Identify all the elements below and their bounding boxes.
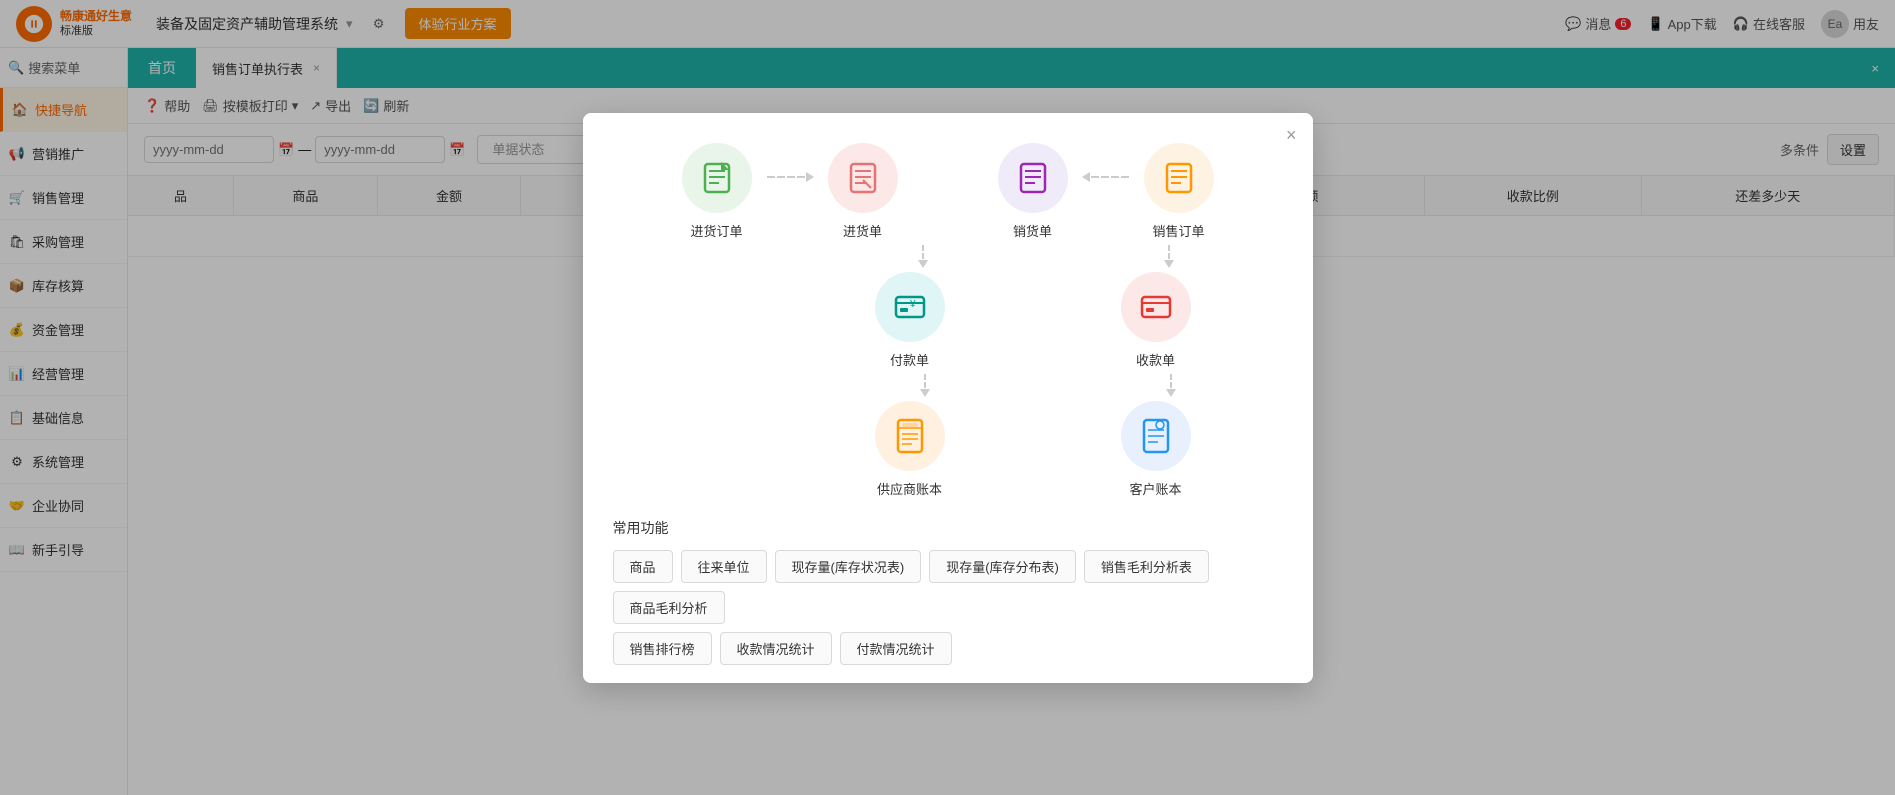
cf-btn-stock-status[interactable]: 现存量(库存状况表) <box>775 550 922 583</box>
supplier-ledger-label: 供应商账本 <box>877 479 942 498</box>
flow-row-3: ¥ 付款单 收款单 <box>695 272 1201 369</box>
sales-bill-label: 销货单 <box>1013 221 1052 240</box>
supplier-ledger-circle <box>875 401 945 471</box>
purchase-bill-label: 进货单 <box>843 221 882 240</box>
receipt-label: 收款单 <box>1136 350 1175 369</box>
customer-ledger-label: 客户账本 <box>1129 479 1181 498</box>
scrollbar-left-arrow[interactable]: ◀ <box>613 681 631 683</box>
cf-btn-payment-stat[interactable]: 付款情况统计 <box>840 632 952 665</box>
cf-btn-goods-profit[interactable]: 商品毛利分析 <box>613 591 725 624</box>
arrow-sb-down <box>1164 244 1174 268</box>
flow-node-purchase-order[interactable]: 进货订单 <box>672 143 762 240</box>
flow-node-supplier-ledger[interactable]: 供应商账本 <box>865 401 955 498</box>
purchase-order-label: 进货订单 <box>690 221 742 240</box>
flow-arrows-row2 <box>613 240 1283 272</box>
flow-node-receipt[interactable]: 收款单 <box>1111 272 1201 369</box>
scrollbar-right-arrow[interactable]: ▶ <box>1133 681 1151 683</box>
flow-node-purchase-bill[interactable]: 进货单 <box>818 143 908 240</box>
arrow-payment-down <box>920 373 930 397</box>
receipt-circle <box>1121 272 1191 342</box>
cf-buttons: 商品 往来单位 现存量(库存状况表) 现存量(库存分布表) 销售毛利分析表 商品… <box>613 550 1283 624</box>
arrow-pb-down <box>918 244 928 268</box>
flow-node-sales-order[interactable]: 销售订单 <box>1134 143 1224 240</box>
flow-diagram: 进货订单 进货单 <box>613 143 1283 498</box>
arrow-po-to-pb <box>766 172 814 182</box>
flow-row-5: 供应商账本 客户账本 <box>695 401 1201 498</box>
payment-label: 付款单 <box>890 350 929 369</box>
cf-buttons-row2: 销售排行榜 收款情况统计 付款情况统计 <box>613 632 1283 665</box>
sales-bill-circle <box>998 143 1068 213</box>
cf-btn-partners[interactable]: 往来单位 <box>681 550 767 583</box>
cf-btn-sales-profit[interactable]: 销售毛利分析表 <box>1084 550 1209 583</box>
purchase-bill-circle <box>828 143 898 213</box>
sales-order-circle <box>1144 143 1214 213</box>
flow-arrows-row4 <box>613 369 1283 401</box>
cf-btn-receipt-stat[interactable]: 收款情况统计 <box>720 632 832 665</box>
purchase-order-circle <box>682 143 752 213</box>
flow-node-customer-ledger[interactable]: 客户账本 <box>1111 401 1201 498</box>
payment-circle: ¥ <box>875 272 945 342</box>
customer-ledger-circle <box>1121 401 1191 471</box>
sales-order-label: 销售订单 <box>1152 221 1204 240</box>
common-functions-section: 常用功能 商品 往来单位 现存量(库存状况表) 现存量(库存分布表) 销售毛利分… <box>613 518 1283 665</box>
svg-text:¥: ¥ <box>909 299 916 310</box>
modal-overlay[interactable]: × 进货订单 <box>0 0 1895 795</box>
flow-node-sales-bill[interactable]: 销货单 <box>988 143 1078 240</box>
cf-btn-goods[interactable]: 商品 <box>613 550 673 583</box>
cf-btn-stock-dist[interactable]: 现存量(库存分布表) <box>929 550 1076 583</box>
cf-title: 常用功能 <box>613 518 1283 538</box>
modal-close-btn[interactable]: × <box>1286 125 1297 146</box>
arrow-so-to-sb <box>1082 172 1130 182</box>
flow-modal: × 进货订单 <box>583 113 1313 683</box>
arrow-receipt-down <box>1166 373 1176 397</box>
cf-btn-sales-rank[interactable]: 销售排行榜 <box>613 632 712 665</box>
flow-node-payment[interactable]: ¥ 付款单 <box>865 272 955 369</box>
flow-row-1: 进货订单 进货单 <box>672 143 1224 240</box>
